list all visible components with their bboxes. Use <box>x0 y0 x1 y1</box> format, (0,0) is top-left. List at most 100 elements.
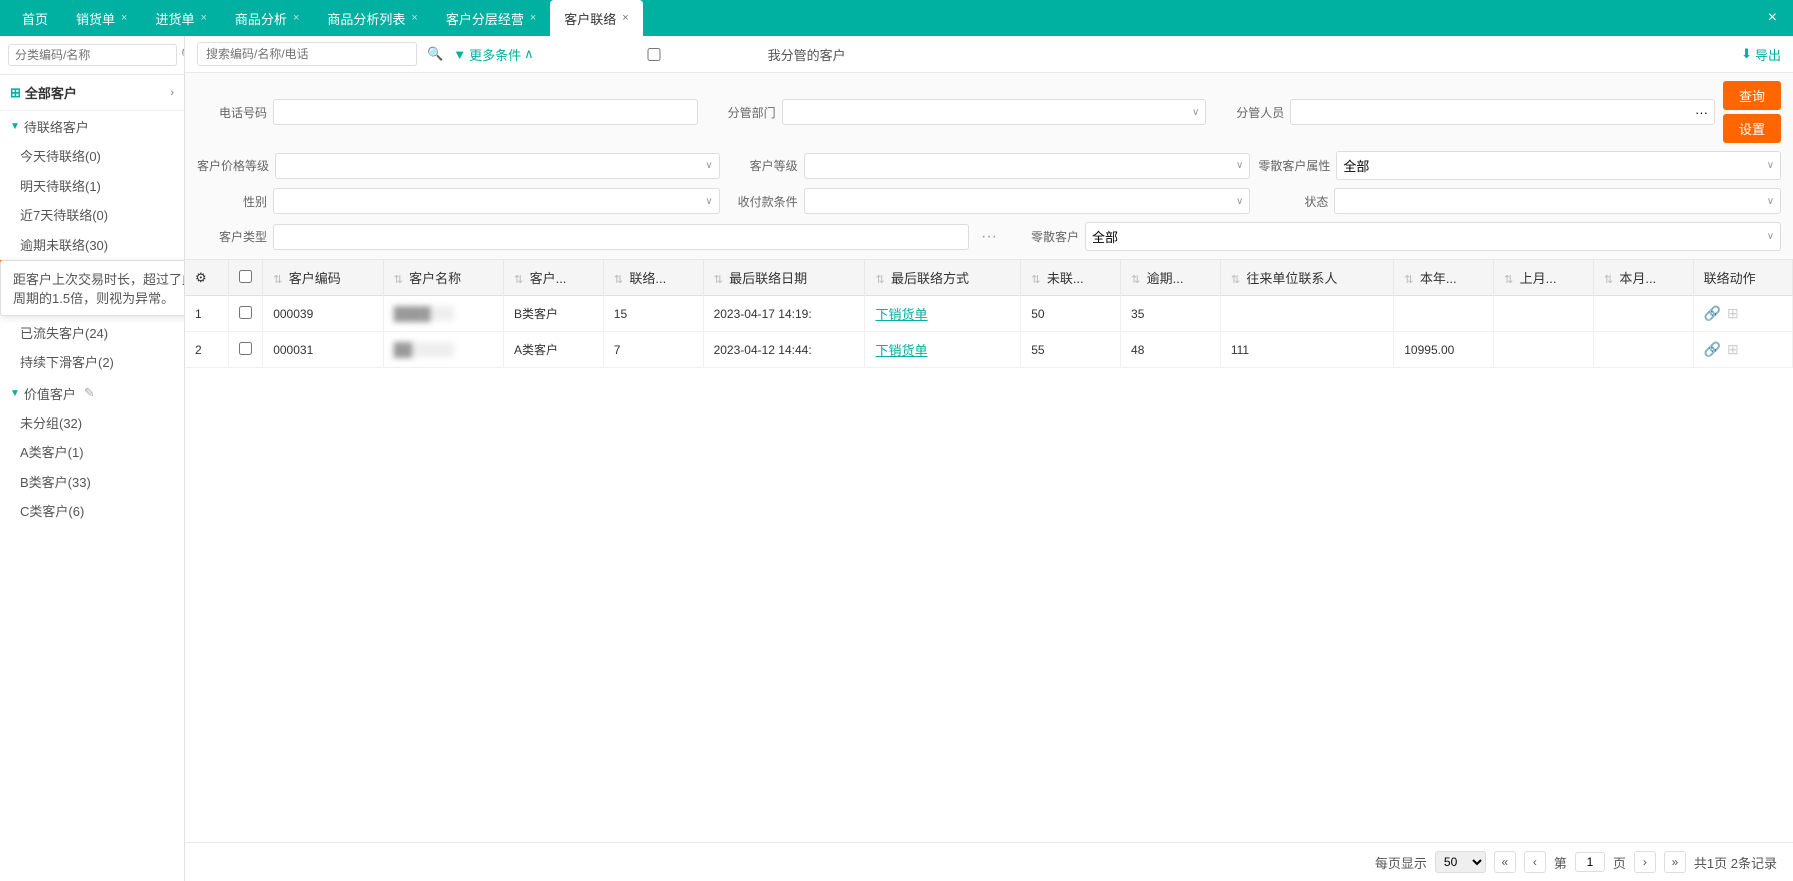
sidebar-item-a-class[interactable]: A类客户(1) <box>0 438 184 468</box>
manager-dots[interactable]: ··· <box>1695 105 1708 120</box>
row2-last-contact-method[interactable]: 下销货单 <box>865 332 1021 368</box>
sort-year-icon[interactable]: ⇅ <box>1404 274 1413 286</box>
sidebar-item-b-class[interactable]: B类客户(33) <box>0 468 184 498</box>
filter-row-4: 客户类型 ··· 零散客户 全部 ∨ <box>197 222 1781 251</box>
settings-button[interactable]: 设置 <box>1723 114 1781 143</box>
row2-link-icon[interactable]: 🔗 <box>1704 341 1721 358</box>
sort-method-icon[interactable]: ⇅ <box>875 274 884 286</box>
col-last-contact-date[interactable]: ⇅ 最后联络日期 <box>703 260 865 296</box>
retail-customer-select[interactable]: 全部 ∨ <box>1085 222 1781 251</box>
col-name[interactable]: ⇅ 客户名称 <box>383 260 503 296</box>
close-purchase-icon[interactable]: × <box>200 12 206 24</box>
close-goods-analysis-icon[interactable]: × <box>293 12 299 24</box>
row1-code: 000039 <box>263 296 383 332</box>
first-page-button[interactable]: « <box>1494 851 1516 873</box>
row2-last-contact-date: 2023-04-12 14:44: <box>703 332 865 368</box>
sort-contact-icon[interactable]: ⇅ <box>614 274 623 286</box>
sort-overdue-icon[interactable]: ⇅ <box>1131 274 1140 286</box>
row1-last-contact-method[interactable]: 下销货单 <box>865 296 1021 332</box>
col-year-amount[interactable]: ⇅ 本年... <box>1394 260 1494 296</box>
sort-date-icon[interactable]: ⇅ <box>714 274 723 286</box>
sidebar-section-pending[interactable]: ▼ 待联络客户 <box>0 111 184 142</box>
row1-checkbox[interactable] <box>239 306 252 319</box>
sidebar-item-declining[interactable]: 持续下滑客户(2) <box>0 348 184 378</box>
select-all-checkbox[interactable] <box>239 270 252 283</box>
sidebar-all-customers[interactable]: ⊞ 全部客户 › <box>0 75 184 111</box>
filter-field-customer-level: 客户等级 ∨ <box>728 153 1251 179</box>
phone-input[interactable] <box>273 99 698 125</box>
close-customer-contact-icon[interactable]: × <box>622 12 628 24</box>
col-customer-type[interactable]: ⇅ 客户... <box>504 260 604 296</box>
sort-name-icon[interactable]: ⇅ <box>394 274 403 286</box>
status-select[interactable]: ∨ <box>1334 188 1781 214</box>
row2-name[interactable]: ██ <box>383 332 503 368</box>
row1-name[interactable]: ████ <box>383 296 503 332</box>
settings-col-icon[interactable]: ⚙ <box>195 270 207 285</box>
my-customers-checkbox-label[interactable]: 我分管的客户 <box>544 45 846 64</box>
sidebar-item-tomorrow[interactable]: 明天待联络(1) <box>0 172 184 202</box>
nav-item-purchase[interactable]: 进货单 × <box>141 0 220 36</box>
gender-select[interactable]: ∨ <box>273 188 720 214</box>
close-goods-list-icon[interactable]: × <box>411 12 417 24</box>
export-button[interactable]: ⬇ 导出 <box>1741 45 1781 64</box>
row1-last-month <box>1494 296 1594 332</box>
payment-select[interactable]: ∨ <box>804 188 1251 214</box>
col-contact-person[interactable]: ⇅ 往来单位联系人 <box>1220 260 1393 296</box>
row1-link-icon[interactable]: 🔗 <box>1704 305 1721 322</box>
last-page-button[interactable]: » <box>1664 851 1686 873</box>
sort-type-icon[interactable]: ⇅ <box>514 274 523 286</box>
col-this-month[interactable]: ⇅ 本月... <box>1593 260 1693 296</box>
sort-code-icon[interactable]: ⇅ <box>273 274 282 286</box>
col-last-month[interactable]: ⇅ 上月... <box>1494 260 1594 296</box>
col-unlisted[interactable]: ⇅ 未联... <box>1021 260 1121 296</box>
more-filter-dots[interactable]: ··· <box>977 228 1001 246</box>
nav-item-home[interactable]: 首页 <box>8 0 62 36</box>
sidebar-item-c-class[interactable]: C类客户(6) <box>0 497 184 527</box>
sidebar-item-lost[interactable]: 已流失客户(24) <box>0 319 184 349</box>
close-sales-icon[interactable]: × <box>121 12 127 24</box>
sidebar-item-today[interactable]: 今天待联络(0) <box>0 142 184 172</box>
row2-checkbox[interactable] <box>239 342 252 355</box>
close-customer-tier-icon[interactable]: × <box>530 12 536 24</box>
sidebar-item-overdue[interactable]: 逾期未联络(30) <box>0 231 184 261</box>
sidebar-group-value[interactable]: ▼ 价值客户 ✎ <box>0 378 184 409</box>
nav-item-customer-contact[interactable]: 客户联络 × <box>550 0 642 36</box>
sort-person-icon[interactable]: ⇅ <box>1231 274 1240 286</box>
nav-item-goods-analysis[interactable]: 商品分析 × <box>221 0 313 36</box>
sidebar-search-input[interactable] <box>8 44 177 66</box>
collapse-sidebar-icon[interactable]: › <box>170 87 174 99</box>
sort-unlisted-icon[interactable]: ⇅ <box>1031 274 1040 286</box>
sidebar-item-unclassified[interactable]: 未分组(32) <box>0 409 184 439</box>
per-page-select[interactable]: 50 100 200 <box>1435 851 1486 873</box>
dept-select[interactable]: ∨ <box>782 99 1207 125</box>
col-last-contact-method[interactable]: ⇅ 最后联络方式 <box>865 260 1021 296</box>
query-button[interactable]: 查询 <box>1723 81 1781 110</box>
sort-lastmonth-icon[interactable]: ⇅ <box>1504 274 1513 286</box>
my-customers-checkbox[interactable] <box>544 48 764 61</box>
nav-item-goods-analysis-list[interactable]: 商品分析列表 × <box>313 0 431 36</box>
col-overdue[interactable]: ⇅ 逾期... <box>1121 260 1221 296</box>
sidebar-item-7days[interactable]: 近7天待联络(0) <box>0 201 184 231</box>
edit-value-group-icon[interactable]: ✎ <box>84 385 95 401</box>
prev-page-button[interactable]: ‹ <box>1524 851 1546 873</box>
search-button-icon[interactable]: 🔍 <box>427 46 443 62</box>
col-code[interactable]: ⇅ 客户编码 <box>263 260 383 296</box>
row2-grid-icon[interactable]: ⊞ <box>1727 341 1739 358</box>
nav-item-sales[interactable]: 销货单 × <box>62 0 141 36</box>
filter-field-status: 状态 ∨ <box>1258 188 1781 214</box>
customer-type-input[interactable] <box>273 224 969 250</box>
row1-contact-person <box>1220 296 1393 332</box>
row1-grid-icon[interactable]: ⊞ <box>1727 305 1739 322</box>
manager-select[interactable]: ··· <box>1290 99 1715 125</box>
col-contact-count[interactable]: ⇅ 联络... <box>603 260 703 296</box>
price-level-select[interactable]: ∨ <box>275 153 720 179</box>
retail-attr-select[interactable]: 全部 ∨ <box>1336 151 1781 180</box>
search-input[interactable] <box>197 42 417 66</box>
page-number-input[interactable] <box>1575 852 1605 872</box>
more-conditions-button[interactable]: ▼ 更多条件 ∧ <box>453 45 533 64</box>
customer-level-select[interactable]: ∨ <box>804 153 1251 179</box>
next-page-button[interactable]: › <box>1634 851 1656 873</box>
window-close-button[interactable]: × <box>1760 9 1785 27</box>
nav-item-customer-tier[interactable]: 客户分层经营 × <box>432 0 550 36</box>
sort-thismonth-icon[interactable]: ⇅ <box>1604 274 1613 286</box>
